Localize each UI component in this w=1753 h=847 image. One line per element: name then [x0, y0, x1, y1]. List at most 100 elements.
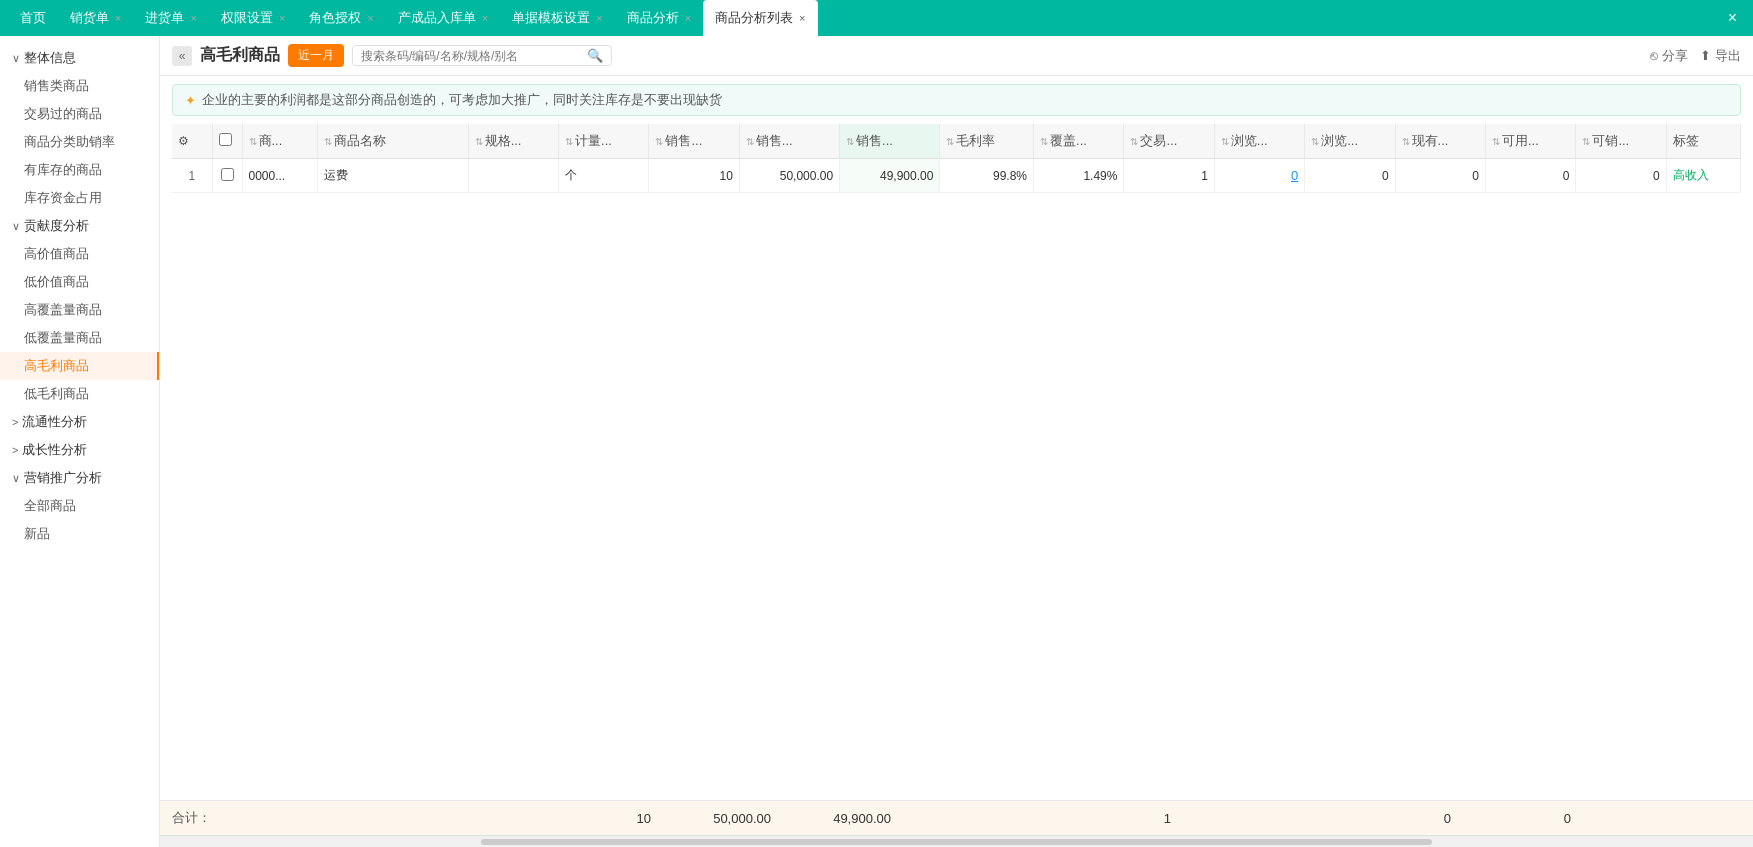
nav-tab-purchase[interactable]: 进货单 ×: [133, 0, 208, 36]
table-header-row: ⚙ ⇅商... ⇅商品名称 ⇅规格... ⇅计量... ⇅销售... ⇅销售..…: [172, 124, 1741, 159]
col-unit: ⇅计量...: [559, 124, 649, 159]
sidebar-group-overall[interactable]: ∨ 整体信息: [0, 44, 159, 72]
footer-sales-profit: 49,900.00: [811, 811, 891, 826]
data-table: ⚙ ⇅商... ⇅商品名称 ⇅规格... ⇅计量... ⇅销售... ⇅销售..…: [172, 124, 1741, 193]
sidebar-group-marketing[interactable]: ∨ 营销推广分析: [0, 464, 159, 492]
sort-icon[interactable]: ⇅: [655, 136, 663, 147]
sort-icon[interactable]: ⇅: [946, 136, 954, 147]
close-icon[interactable]: ×: [367, 12, 373, 24]
main-content: « 高毛利商品 近一月 🔍 ⎋ 分享 ⬆ 导出 ✦ 企业的主要的利润都是这部: [160, 36, 1753, 847]
close-icon[interactable]: ×: [115, 12, 121, 24]
export-button[interactable]: ⬆ 导出: [1700, 47, 1741, 65]
nav-close-all-button[interactable]: ×: [1720, 5, 1745, 31]
page-title: 高毛利商品: [200, 45, 280, 66]
close-icon[interactable]: ×: [279, 12, 285, 24]
col-settings[interactable]: ⚙: [172, 124, 212, 159]
sidebar-item-stock-capital[interactable]: 库存资金占用: [0, 184, 159, 212]
select-all-checkbox[interactable]: [219, 133, 232, 146]
row-select-checkbox[interactable]: [221, 168, 234, 181]
close-icon[interactable]: ×: [685, 12, 691, 24]
footer-transactions: 1: [1091, 811, 1171, 826]
sidebar-item-in-stock[interactable]: 有库存的商品: [0, 156, 159, 184]
close-icon[interactable]: ×: [596, 12, 602, 24]
nav-tab-sales[interactable]: 销货单 ×: [58, 0, 133, 36]
row-view1[interactable]: 0: [1214, 159, 1304, 193]
sort-icon[interactable]: ⇅: [1402, 136, 1410, 147]
export-icon: ⬆: [1700, 48, 1711, 63]
nav-tab-permissions[interactable]: 权限设置 ×: [209, 0, 297, 36]
sort-icon[interactable]: ⇅: [846, 136, 854, 147]
col-stock-avail: ⇅可用...: [1485, 124, 1575, 159]
collapse-sidebar-button[interactable]: «: [172, 46, 192, 66]
col-code: ⇅商...: [242, 124, 317, 159]
nav-tab-template-settings[interactable]: 单据模板设置 ×: [500, 0, 614, 36]
sidebar-item-high-value[interactable]: 高价值商品: [0, 240, 159, 268]
sort-icon[interactable]: ⇅: [249, 136, 257, 147]
sidebar-group-contribution[interactable]: ∨ 贡献度分析: [0, 212, 159, 240]
search-icon[interactable]: 🔍: [587, 48, 603, 63]
nav-tab-product-inbound[interactable]: 产成品入库单 ×: [386, 0, 500, 36]
nav-tab-product-analysis-list[interactable]: 商品分析列表 ×: [703, 0, 817, 36]
sidebar-item-new-goods[interactable]: 新品: [0, 520, 159, 548]
sidebar-item-sales-goods[interactable]: 销售类商品: [0, 72, 159, 100]
chevron-right-icon: >: [12, 444, 18, 456]
sidebar-item-low-coverage[interactable]: 低覆盖量商品: [0, 324, 159, 352]
sidebar-group-growth[interactable]: > 成长性分析: [0, 436, 159, 464]
sidebar-item-high-margin[interactable]: 高毛利商品: [0, 352, 159, 380]
nav-tab-home[interactable]: 首页: [8, 0, 58, 36]
row-view2: 0: [1305, 159, 1395, 193]
nav-tab-roles[interactable]: 角色授权 ×: [297, 0, 385, 36]
chevron-right-icon: >: [12, 416, 18, 428]
nav-tab-product-analysis[interactable]: 商品分析 ×: [615, 0, 703, 36]
row-checkbox-cell[interactable]: [212, 159, 242, 193]
sort-icon[interactable]: ⇅: [565, 136, 573, 147]
share-icon: ⎋: [1650, 48, 1658, 63]
search-input[interactable]: [361, 49, 587, 63]
scrollbar-thumb[interactable]: [481, 839, 1432, 845]
sort-icon[interactable]: ⇅: [1130, 136, 1138, 147]
col-stock-current: ⇅现有...: [1395, 124, 1485, 159]
footer-sales-amt: 50,000.00: [691, 811, 771, 826]
col-view2: ⇅浏览...: [1305, 124, 1395, 159]
sidebar-item-low-margin[interactable]: 低毛利商品: [0, 380, 159, 408]
sort-icon[interactable]: ⇅: [1221, 136, 1229, 147]
col-transactions: ⇅交易...: [1124, 124, 1214, 159]
sidebar-item-category-rate[interactable]: 商品分类助销率: [0, 128, 159, 156]
col-checkbox[interactable]: [212, 124, 242, 159]
sort-icon[interactable]: ⇅: [1582, 136, 1590, 147]
sort-icon[interactable]: ⇅: [1040, 136, 1048, 147]
sort-icon[interactable]: ⇅: [475, 136, 483, 147]
sidebar-group-circulation[interactable]: > 流通性分析: [0, 408, 159, 436]
sort-icon[interactable]: ⇅: [324, 136, 332, 147]
footer-label: 合计：: [172, 809, 211, 827]
row-stock-current: 0: [1395, 159, 1485, 193]
share-button[interactable]: ⎋ 分享: [1650, 47, 1688, 65]
chevron-down-icon: ∨: [12, 220, 20, 233]
sidebar-item-traded-goods[interactable]: 交易过的商品: [0, 100, 159, 128]
sidebar: ∨ 整体信息 销售类商品 交易过的商品 商品分类助销率 有库存的商品 库存资金占…: [0, 36, 160, 847]
sort-icon[interactable]: ⇅: [1492, 136, 1500, 147]
header-actions: ⎋ 分享 ⬆ 导出: [1650, 47, 1741, 65]
col-sales-qty: ⇅销售...: [649, 124, 739, 159]
sidebar-item-low-value[interactable]: 低价值商品: [0, 268, 159, 296]
footer-sales-qty: 10: [571, 811, 651, 826]
footer-summary: 合计： 10 50,000.00 49,900.00 1 0 0: [160, 800, 1753, 835]
row-name: 运费: [317, 159, 468, 193]
row-coverage: 1.49%: [1034, 159, 1124, 193]
close-icon[interactable]: ×: [482, 12, 488, 24]
sidebar-item-high-coverage[interactable]: 高覆盖量商品: [0, 296, 159, 324]
sort-icon[interactable]: ⇅: [746, 136, 754, 147]
row-transactions: 1: [1124, 159, 1214, 193]
close-icon[interactable]: ×: [799, 12, 805, 24]
footer-stock-avail: 0: [1371, 811, 1451, 826]
horizontal-scrollbar[interactable]: [160, 835, 1753, 847]
row-stock-avail: 0: [1485, 159, 1575, 193]
table-container: ⚙ ⇅商... ⇅商品名称 ⇅规格... ⇅计量... ⇅销售... ⇅销售..…: [160, 124, 1753, 800]
filter-recent-button[interactable]: 近一月: [288, 44, 344, 67]
row-sales-profit: 49,900.00: [840, 159, 940, 193]
col-stock-sellable: ⇅可销...: [1576, 124, 1666, 159]
row-code: 0000...: [242, 159, 317, 193]
sort-icon[interactable]: ⇅: [1311, 136, 1319, 147]
close-icon[interactable]: ×: [190, 12, 196, 24]
sidebar-item-all-goods[interactable]: 全部商品: [0, 492, 159, 520]
